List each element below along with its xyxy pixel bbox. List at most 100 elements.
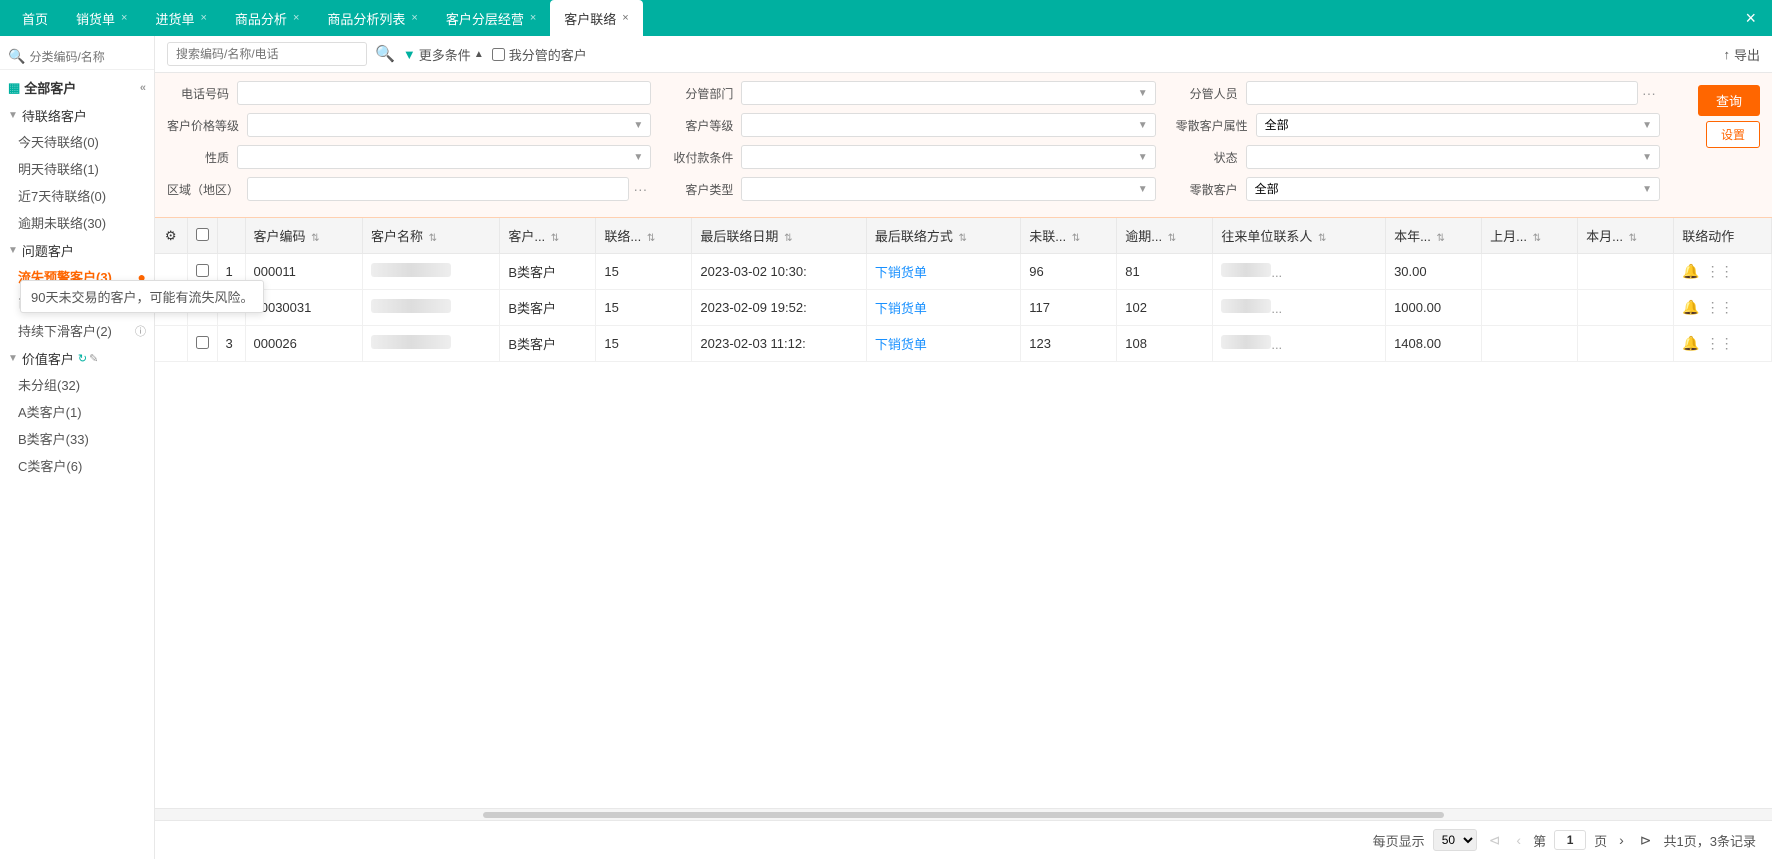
customer-level-select[interactable] (741, 113, 1155, 137)
horizontal-scrollbar[interactable] (155, 808, 1772, 820)
more-dots-icon[interactable]: ··· (1638, 85, 1660, 101)
close-icon[interactable]: × (530, 12, 536, 24)
retail-attr-select[interactable]: 全部 (1256, 113, 1660, 137)
row-checkbox[interactable] (196, 336, 209, 349)
sidebar-item-7days[interactable]: 近7天待联络(0) (0, 182, 154, 209)
tab-customer-layer[interactable]: 客户分层经营 × (432, 0, 550, 36)
sidebar-search-input[interactable] (29, 50, 146, 64)
more-action-icon[interactable]: ⋮⋮ (1706, 335, 1734, 352)
price-level-select[interactable] (247, 113, 651, 137)
action-cell: 🔔 ⋮⋮ (1674, 326, 1772, 362)
area-input[interactable] (247, 177, 629, 201)
overdue-col-header[interactable]: 逾期... ⇅ (1117, 218, 1213, 254)
sidebar-item-today[interactable]: 今天待联络(0) (0, 128, 154, 155)
select-all-checkbox[interactable] (196, 228, 209, 241)
arrow-icon: ▼ (8, 245, 18, 256)
tab-sales[interactable]: 销货单 × (62, 0, 141, 36)
search-input[interactable] (167, 42, 367, 66)
close-icon[interactable]: × (121, 12, 127, 24)
contact-action-icon[interactable]: 🔔 (1682, 263, 1699, 280)
checkbox-col-header[interactable] (187, 218, 217, 254)
more-action-icon[interactable]: ⋮⋮ (1706, 263, 1734, 280)
window-close-btn[interactable]: × (1737, 8, 1764, 29)
search-button[interactable]: 🔍 (375, 44, 395, 64)
company-contact-col-header[interactable]: 往来单位联系人 ⇅ (1213, 218, 1386, 254)
code-col-header[interactable]: 客户编码 ⇅ (245, 218, 363, 254)
checkbox-cell[interactable] (187, 326, 217, 362)
sidebar-group-problem[interactable]: ▼ 问题客户 (0, 236, 154, 263)
last-contact-method-col-header[interactable]: 最后联络方式 ⇅ (866, 218, 1020, 254)
sidebar-group-pending[interactable]: ▼ 待联络客户 (0, 101, 154, 128)
last-contact-method-link[interactable]: 下销货单 (875, 265, 927, 280)
sidebar-item-declining[interactable]: 持续下滑客户(2) ⓘ (0, 317, 154, 344)
payment-select[interactable] (741, 145, 1155, 169)
tab-home[interactable]: 首页 (8, 0, 62, 36)
chevron-down-icon: ▲ (474, 49, 484, 60)
sidebar-item-overdue[interactable]: 逾期未联络(30) (0, 209, 154, 236)
export-button[interactable]: ↑ 导出 (1723, 45, 1760, 64)
page-number-input[interactable] (1554, 830, 1586, 850)
phone-label: 电话号码 (167, 85, 237, 102)
tab-customer-contact[interactable]: 客户联络 × (550, 0, 642, 36)
sidebar-item-b-class[interactable]: B类客户(33) (0, 425, 154, 452)
dept-select[interactable] (741, 81, 1155, 105)
per-page-select[interactable]: 50 (1433, 829, 1477, 851)
filter-bar: 🔍 ▼ 更多条件 ▲ 我分管的客户 ↑ 导出 (155, 36, 1772, 73)
contact-col-header[interactable]: 联络... ⇅ (596, 218, 692, 254)
this-year-col-header[interactable]: 本年... ⇅ (1386, 218, 1482, 254)
tab-purchase[interactable]: 进货单 × (141, 0, 220, 36)
edit-icon[interactable]: ✎ (89, 352, 98, 365)
sidebar-group-value[interactable]: ▼ 价值客户 ↻ ✎ (0, 344, 154, 371)
more-dots-icon[interactable]: ··· (629, 181, 651, 197)
my-customers-checkbox[interactable] (492, 48, 505, 61)
more-action-icon[interactable]: ⋮⋮ (1706, 299, 1734, 316)
my-customers-checkbox-label[interactable]: 我分管的客户 (492, 45, 587, 64)
last-page-button[interactable]: ⊳ (1636, 830, 1656, 851)
prev-page-button[interactable]: ‹ (1512, 830, 1525, 850)
customer-type-select[interactable] (741, 177, 1155, 201)
last-contact-method-cell[interactable]: 下销货单 (866, 326, 1020, 362)
sidebar-all-customers[interactable]: ▦ 全部客户 « (0, 74, 154, 101)
close-icon[interactable]: × (200, 12, 206, 24)
last-contact-method-cell[interactable]: 下销货单 (866, 254, 1020, 290)
close-icon[interactable]: × (622, 12, 628, 24)
first-page-button[interactable]: ⊲ (1485, 830, 1505, 851)
settings-col-header[interactable]: ⚙ (155, 218, 187, 254)
contact-action-icon[interactable]: 🔔 (1682, 335, 1699, 352)
status-select[interactable] (1246, 145, 1660, 169)
this-month-col-header[interactable]: 本月... ⇅ (1578, 218, 1674, 254)
contact-action-icon[interactable]: 🔔 (1682, 299, 1699, 316)
tab-analysis[interactable]: 商品分析 × (221, 0, 313, 36)
refresh-icon[interactable]: ↻ (78, 352, 87, 365)
table-body: 1 000011 B类客户 15 2023-03-02 10:30: 下销货单 … (155, 254, 1772, 362)
last-contact-date-col-header[interactable]: 最后联络日期 ⇅ (692, 218, 866, 254)
last-month-col-header[interactable]: 上月... ⇅ (1482, 218, 1578, 254)
query-button[interactable]: 查询 (1698, 85, 1760, 116)
next-page-button[interactable]: › (1615, 830, 1628, 850)
sidebar-item-c-class[interactable]: C类客户(6) (0, 452, 154, 479)
name-cell (363, 326, 500, 362)
type-col-header[interactable]: 客户... ⇅ (500, 218, 596, 254)
close-icon[interactable]: × (293, 12, 299, 24)
sidebar-item-ungrouped[interactable]: 未分组(32) (0, 371, 154, 398)
price-level-select-wrapper: ▼ (247, 113, 651, 137)
tab-analysis-list[interactable]: 商品分析列表 × (313, 0, 431, 36)
last-contact-method-cell[interactable]: 下销货单 (866, 290, 1020, 326)
retail-customer-select[interactable]: 全部 (1246, 177, 1660, 201)
no-contact-col-header[interactable]: 未联... ⇅ (1021, 218, 1117, 254)
sidebar-search-area: 🔍 (0, 44, 154, 70)
name-col-header[interactable]: 客户名称 ⇅ (363, 218, 500, 254)
no-contact-cell: 96 (1021, 254, 1117, 290)
close-icon[interactable]: × (411, 12, 417, 24)
phone-input[interactable] (237, 81, 651, 105)
sidebar-item-tomorrow[interactable]: 明天待联络(1) (0, 155, 154, 182)
row-checkbox[interactable] (196, 264, 209, 277)
nature-select[interactable] (237, 145, 651, 169)
sidebar-item-a-class[interactable]: A类客户(1) (0, 398, 154, 425)
last-month-cell (1482, 254, 1578, 290)
more-conditions-button[interactable]: ▼ 更多条件 ▲ (403, 45, 484, 64)
manager-input[interactable] (1246, 81, 1638, 105)
settings-button[interactable]: 设置 (1706, 121, 1760, 148)
last-contact-method-link[interactable]: 下销货单 (875, 301, 927, 316)
last-contact-method-link[interactable]: 下销货单 (875, 337, 927, 352)
